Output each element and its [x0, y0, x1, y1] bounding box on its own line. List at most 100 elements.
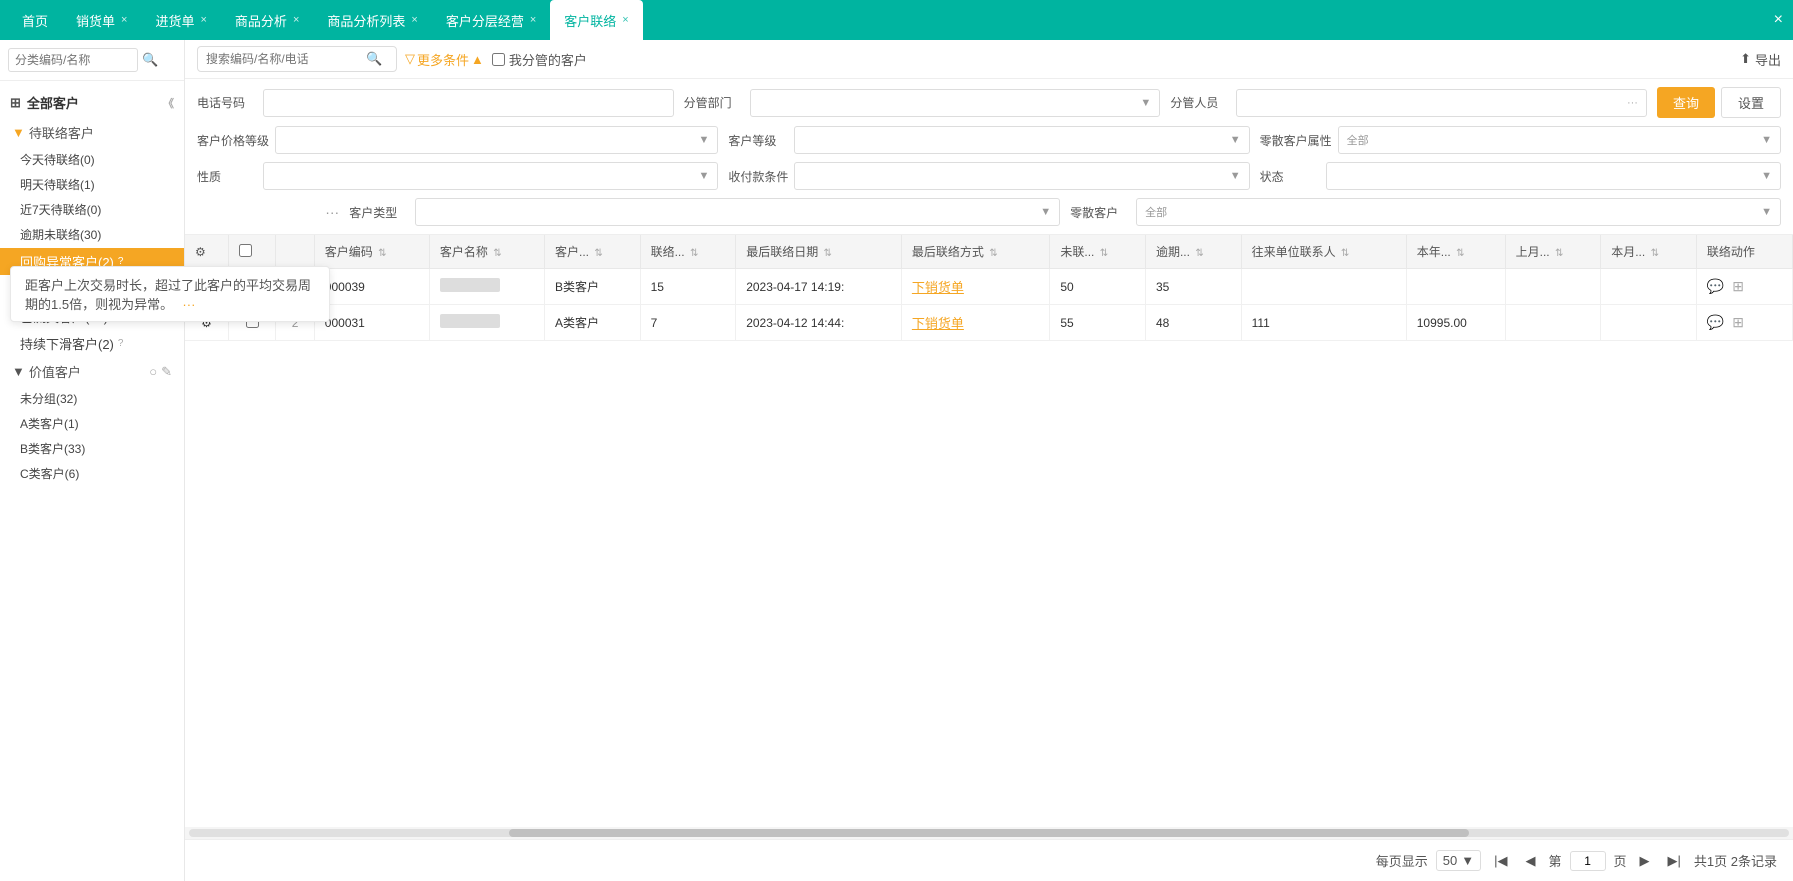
sidebar-item-overdue[interactable]: 逾期未联络(30): [0, 222, 184, 247]
search-wrap: 🔍: [197, 46, 397, 72]
nav-tab-customer-contact[interactable]: 客户联络 ×: [550, 0, 642, 40]
nature-select[interactable]: ▼: [263, 162, 718, 190]
scroll-track: [189, 829, 1789, 837]
section-pending-contact[interactable]: ▼ 待联络客户: [0, 118, 184, 147]
settings-button[interactable]: 设置: [1721, 87, 1781, 118]
nav-tab-customer-segment[interactable]: 客户分层经营 ×: [432, 0, 550, 40]
sidebar-search-icon[interactable]: 🔍: [142, 52, 158, 68]
last-page-btn[interactable]: ▶|: [1663, 851, 1686, 871]
sidebar-item-b-class[interactable]: B类客户(33): [0, 436, 184, 461]
row1-chat-icon[interactable]: 💬: [1707, 278, 1724, 295]
col-uncontacted[interactable]: 未联... ⇅: [1050, 235, 1146, 269]
section-value-customers[interactable]: ▼ 价值客户 ○ ✎: [0, 357, 184, 386]
edit-icons: ○ ✎: [149, 364, 172, 380]
row2-this-year: 10995.00: [1406, 305, 1505, 341]
sidebar-search-area: 🔍: [0, 40, 184, 81]
current-page-input[interactable]: [1570, 851, 1606, 871]
main-search-icon[interactable]: 🔍: [366, 51, 382, 67]
next-page-btn[interactable]: ▶: [1635, 851, 1655, 871]
col-last-method[interactable]: 最后联络方式 ⇅: [901, 235, 1049, 269]
sidebar-search-input[interactable]: [8, 48, 138, 72]
export-btn[interactable]: ⬆ 导出: [1740, 50, 1781, 69]
horizontal-scrollbar[interactable]: [185, 827, 1793, 839]
dept-select[interactable]: ▼: [750, 89, 1161, 117]
row1-grid-icon[interactable]: ⊞: [1732, 278, 1744, 295]
close-customer-segment-tab[interactable]: ×: [530, 14, 536, 26]
field-manager: 分管人员 ···: [1170, 89, 1647, 117]
my-customers-check[interactable]: 我分管的客户: [492, 50, 587, 69]
payment-select[interactable]: ▼: [794, 162, 1249, 190]
col-name[interactable]: 客户名称 ⇅: [429, 235, 544, 269]
row1-overdue: 35: [1145, 269, 1241, 305]
tree-root-all-customers[interactable]: ⊞ 全部客户 《: [0, 87, 184, 118]
col-gear[interactable]: ⚙: [185, 235, 228, 269]
close-all-tabs[interactable]: ×: [1774, 11, 1783, 29]
select-all-checkbox[interactable]: [239, 244, 252, 257]
col-this-month[interactable]: 本月... ⇅: [1601, 235, 1697, 269]
retail-customer-select[interactable]: 全部▼: [1136, 198, 1781, 226]
main-search-input[interactable]: [206, 52, 366, 66]
first-page-btn[interactable]: |◀: [1489, 851, 1512, 871]
nav-tab-product-list[interactable]: 商品分析列表 ×: [313, 0, 431, 40]
advanced-filter: 电话号码 分管部门 ▼ 分管人员 ··· 查询 设置: [185, 79, 1793, 235]
nav-tab-product-analysis[interactable]: 商品分析 ×: [221, 0, 313, 40]
row2-last-method[interactable]: 下销货单: [901, 305, 1049, 341]
filter-row-1: 电话号码 分管部门 ▼ 分管人员 ··· 查询 设置: [197, 87, 1781, 118]
edit-icon: ✎: [161, 364, 172, 380]
row2-last-date: 2023-04-12 14:44:: [736, 305, 902, 341]
row1-last-method[interactable]: 下销货单: [901, 269, 1049, 305]
retail-attr-select[interactable]: 全部▼: [1338, 126, 1781, 154]
col-last-date[interactable]: 最后联络日期 ⇅: [736, 235, 902, 269]
query-button[interactable]: 查询: [1657, 87, 1715, 118]
row2-contacts: 7: [640, 305, 736, 341]
sidebar-item-c-class[interactable]: C类客户(6): [0, 461, 184, 486]
nav-tab-home[interactable]: 首页: [8, 0, 62, 40]
more-conditions-btn[interactable]: ▽ 更多条件 ▲: [405, 50, 484, 69]
field-customer-type: 客户类型 ▼: [349, 198, 1060, 226]
col-company-contacts[interactable]: 往来单位联系人 ⇅: [1241, 235, 1406, 269]
row1-code[interactable]: 000039: [314, 269, 429, 305]
close-product-analysis-tab[interactable]: ×: [293, 14, 299, 26]
phone-input[interactable]: [263, 89, 674, 117]
row2-code[interactable]: 000031: [314, 305, 429, 341]
customer-type-select[interactable]: ▼: [415, 198, 1060, 226]
row2-grid-icon[interactable]: ⊞: [1732, 314, 1744, 331]
my-customers-checkbox[interactable]: [492, 53, 505, 66]
manager-select[interactable]: ···: [1236, 89, 1647, 117]
close-product-list-tab[interactable]: ×: [411, 14, 417, 26]
sidebar-item-ungraded[interactable]: 未分组(32): [0, 386, 184, 411]
sidebar-item-tomorrow[interactable]: 明天待联络(1): [0, 172, 184, 197]
filter-dots[interactable]: ···: [325, 204, 339, 220]
row2-chat-icon[interactable]: 💬: [1707, 314, 1724, 331]
col-type[interactable]: 客户... ⇅: [544, 235, 640, 269]
close-sales-tab[interactable]: ×: [121, 14, 127, 26]
export-icon: ⬆: [1740, 51, 1751, 67]
sidebar-item-today[interactable]: 今天待联络(0): [0, 147, 184, 172]
field-retail-customer: 零散客户 全部▼: [1070, 198, 1781, 226]
total-records-label: 共1页 2条记录: [1694, 851, 1777, 870]
close-purchase-tab[interactable]: ×: [200, 14, 206, 26]
per-page-select[interactable]: 50 ▼: [1436, 850, 1481, 871]
col-contacts[interactable]: 联络... ⇅: [640, 235, 736, 269]
customer-level-select[interactable]: ▼: [794, 126, 1249, 154]
chevron-up-icon: ▲: [471, 52, 484, 67]
sidebar-item-declining[interactable]: 持续下滑客户(2) ?: [0, 330, 184, 357]
nav-tab-purchase[interactable]: 进货单 ×: [141, 0, 220, 40]
sidebar-item-a-class[interactable]: A类客户(1): [0, 411, 184, 436]
prev-page-btn[interactable]: ◀: [1521, 851, 1541, 871]
collapse-icon: 《: [163, 95, 174, 111]
field-dept: 分管部门 ▼: [684, 89, 1161, 117]
scroll-thumb[interactable]: [509, 829, 1469, 837]
col-overdue[interactable]: 逾期... ⇅: [1145, 235, 1241, 269]
nav-tab-sales[interactable]: 销货单 ×: [62, 0, 141, 40]
row1-this-month: [1601, 269, 1697, 305]
status-select[interactable]: ▼: [1326, 162, 1781, 190]
sidebar-item-7days[interactable]: 近7天待联络(0): [0, 197, 184, 222]
field-phone: 电话号码: [197, 89, 674, 117]
col-last-month[interactable]: 上月... ⇅: [1505, 235, 1601, 269]
price-level-select[interactable]: ▼: [275, 126, 718, 154]
row1-type: B类客户: [544, 269, 640, 305]
col-code[interactable]: 客户编码 ⇅: [314, 235, 429, 269]
close-customer-contact-tab[interactable]: ×: [622, 14, 628, 26]
col-this-year[interactable]: 本年... ⇅: [1406, 235, 1505, 269]
